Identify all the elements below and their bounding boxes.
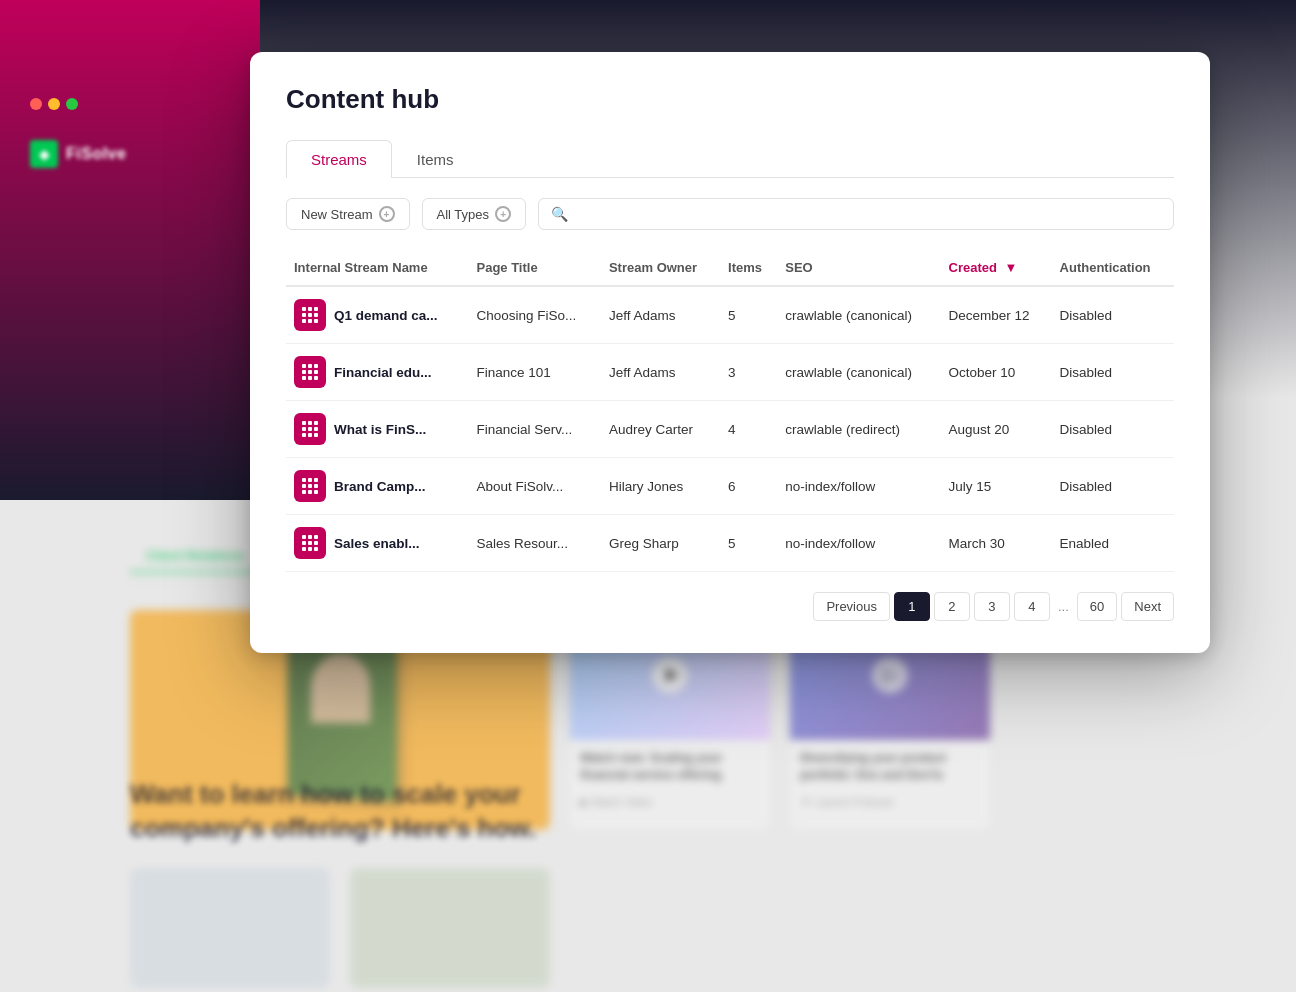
cell-page-title-3: About FiSolv... (468, 458, 600, 515)
tl-red (30, 98, 42, 110)
cell-page-title-0: Choosing FiSo... (468, 286, 600, 344)
tl-green (66, 98, 78, 110)
stream-icon-2 (294, 413, 326, 445)
cell-page-title-4: Sales Resour... (468, 515, 600, 572)
stream-icon-4 (294, 527, 326, 559)
bg-logo-icon: ◆ (30, 140, 58, 168)
bg-headline: Want to learn how to scale your company'… (130, 778, 550, 846)
table-row[interactable]: Q1 demand ca... Choosing FiSo... Jeff Ad… (286, 286, 1174, 344)
table-row[interactable]: What is FinS... Financial Serv... Audrey… (286, 401, 1174, 458)
cell-created-1: October 10 (941, 344, 1052, 401)
page-2-button[interactable]: 2 (934, 592, 970, 621)
cell-items-0: 5 (720, 286, 777, 344)
page-title: Content hub (286, 84, 1174, 115)
search-icon: 🔍 (551, 206, 568, 222)
cell-auth-2: Disabled (1052, 401, 1174, 458)
stream-icon-1 (294, 356, 326, 388)
cell-created-4: March 30 (941, 515, 1052, 572)
cell-page-title-1: Finance 101 (468, 344, 600, 401)
stream-name-4: Sales enabl... (334, 536, 420, 551)
prev-page-button[interactable]: Previous (813, 592, 890, 621)
cell-name-4: Sales enabl... (286, 515, 468, 572)
toolbar: New Stream + All Types + 🔍 (286, 198, 1174, 230)
bg-logo-text: FiSolve (66, 145, 126, 163)
col-seo[interactable]: SEO (777, 250, 940, 286)
tab-bar: Streams Items (286, 139, 1174, 178)
cell-created-3: July 15 (941, 458, 1052, 515)
search-box[interactable]: 🔍 (538, 198, 1174, 230)
cell-auth-1: Disabled (1052, 344, 1174, 401)
cell-owner-2: Audrey Carter (601, 401, 720, 458)
grid-icon-0 (302, 307, 318, 323)
col-internal-name[interactable]: Internal Stream Name (286, 250, 468, 286)
cell-owner-1: Jeff Adams (601, 344, 720, 401)
stream-name-1: Financial edu... (334, 365, 432, 380)
bg-logo: ◆ FiSolve (30, 140, 126, 168)
stream-name-0: Q1 demand ca... (334, 308, 438, 323)
last-page-button[interactable]: 60 (1077, 592, 1117, 621)
grid-icon-3 (302, 478, 318, 494)
cell-seo-2: crawlable (redirect) (777, 401, 940, 458)
table-row[interactable]: Brand Camp... About FiSolv... Hilary Jon… (286, 458, 1174, 515)
cell-seo-0: crawlable (canonical) (777, 286, 940, 344)
tab-streams[interactable]: Streams (286, 140, 392, 178)
all-types-label: All Types (437, 207, 490, 222)
tl-yellow (48, 98, 60, 110)
stream-name-3: Brand Camp... (334, 479, 426, 494)
table-row[interactable]: Sales enabl... Sales Resour... Greg Shar… (286, 515, 1174, 572)
pagination: Previous 1 2 3 4 ... 60 Next (286, 592, 1174, 621)
cell-owner-4: Greg Sharp (601, 515, 720, 572)
cell-created-0: December 12 (941, 286, 1052, 344)
col-stream-owner[interactable]: Stream Owner (601, 250, 720, 286)
streams-table: Internal Stream Name Page Title Stream O… (286, 250, 1174, 572)
cell-items-2: 4 (720, 401, 777, 458)
next-page-button[interactable]: Next (1121, 592, 1174, 621)
cell-owner-0: Jeff Adams (601, 286, 720, 344)
new-stream-label: New Stream (301, 207, 373, 222)
cell-created-2: August 20 (941, 401, 1052, 458)
cell-name-0: Q1 demand ca... (286, 286, 468, 344)
traffic-lights (30, 98, 78, 110)
sort-arrow-icon: ▼ (1005, 260, 1018, 275)
page-4-button[interactable]: 4 (1014, 592, 1050, 621)
all-types-button[interactable]: All Types + (422, 198, 527, 230)
cell-seo-1: crawlable (canonical) (777, 344, 940, 401)
content-hub-modal: Content hub Streams Items New Stream + A… (250, 52, 1210, 653)
cell-name-3: Brand Camp... (286, 458, 468, 515)
page-1-button[interactable]: 1 (894, 592, 930, 621)
grid-icon-1 (302, 364, 318, 380)
grid-icon-2 (302, 421, 318, 437)
search-input[interactable] (576, 206, 1161, 222)
cell-items-4: 5 (720, 515, 777, 572)
col-page-title[interactable]: Page Title (468, 250, 600, 286)
col-items[interactable]: Items (720, 250, 777, 286)
cell-owner-3: Hilary Jones (601, 458, 720, 515)
cell-seo-4: no-index/follow (777, 515, 940, 572)
all-types-icon: + (495, 206, 511, 222)
grid-icon-4 (302, 535, 318, 551)
tab-items[interactable]: Items (392, 140, 479, 178)
stream-name-2: What is FinS... (334, 422, 426, 437)
stream-icon-0 (294, 299, 326, 331)
col-created[interactable]: Created ▼ (941, 250, 1052, 286)
page-3-button[interactable]: 3 (974, 592, 1010, 621)
new-stream-icon: + (379, 206, 395, 222)
col-authentication[interactable]: Authentication (1052, 250, 1174, 286)
cell-items-1: 3 (720, 344, 777, 401)
cell-auth-0: Disabled (1052, 286, 1174, 344)
cell-name-2: What is FinS... (286, 401, 468, 458)
bg-sidebar (0, 0, 260, 500)
table-row[interactable]: Financial edu... Finance 101 Jeff Adams … (286, 344, 1174, 401)
cell-name-1: Financial edu... (286, 344, 468, 401)
cell-seo-3: no-index/follow (777, 458, 940, 515)
cell-items-3: 6 (720, 458, 777, 515)
cell-auth-3: Disabled (1052, 458, 1174, 515)
cell-auth-4: Enabled (1052, 515, 1174, 572)
stream-icon-3 (294, 470, 326, 502)
new-stream-button[interactable]: New Stream + (286, 198, 410, 230)
cell-page-title-2: Financial Serv... (468, 401, 600, 458)
bg-tab-client: Client Relations (130, 540, 260, 573)
bg-bottom-row (130, 868, 1030, 988)
page-dots: ... (1054, 593, 1073, 620)
